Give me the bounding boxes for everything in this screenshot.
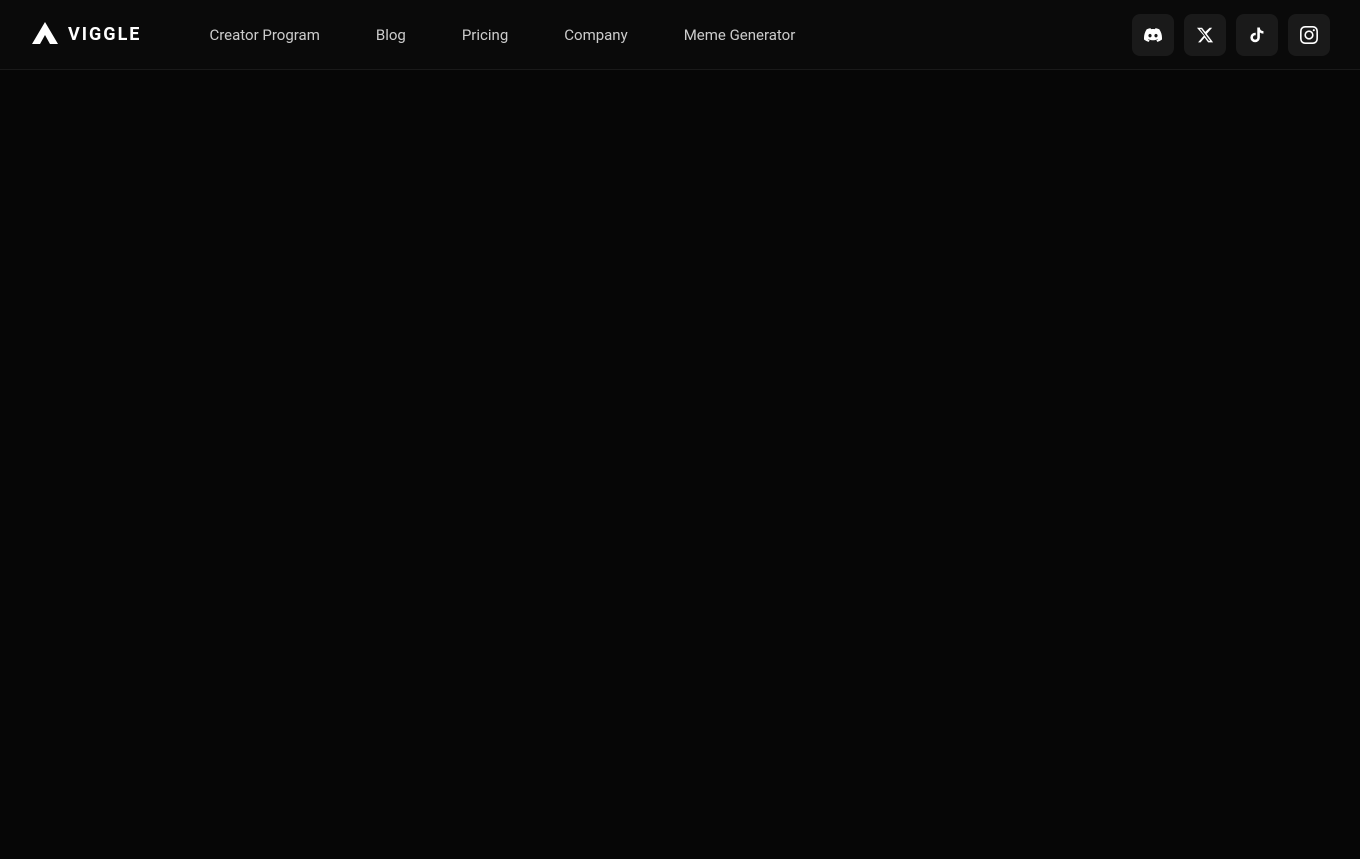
- header-right: [1132, 14, 1330, 56]
- nav-item-blog[interactable]: Blog: [348, 0, 434, 70]
- header-left: VIGGLE Creator Program Blog Pricing Comp…: [30, 0, 823, 70]
- nav-item-company[interactable]: Company: [536, 0, 655, 70]
- tiktok-icon: [1248, 26, 1266, 44]
- logo-text: VIGGLE: [68, 24, 141, 45]
- main-header: VIGGLE Creator Program Blog Pricing Comp…: [0, 0, 1360, 70]
- instagram-button[interactable]: [1288, 14, 1330, 56]
- viggle-logo-icon: [30, 20, 60, 50]
- nav-item-pricing[interactable]: Pricing: [434, 0, 536, 70]
- instagram-icon: [1300, 26, 1318, 44]
- main-nav: Creator Program Blog Pricing Company Mem…: [181, 0, 823, 70]
- main-content: [0, 70, 1360, 859]
- tiktok-button[interactable]: [1236, 14, 1278, 56]
- logo[interactable]: VIGGLE: [30, 20, 141, 50]
- twitter-icon: [1196, 26, 1214, 44]
- discord-icon: [1144, 26, 1162, 44]
- discord-button[interactable]: [1132, 14, 1174, 56]
- twitter-button[interactable]: [1184, 14, 1226, 56]
- nav-item-meme-generator[interactable]: Meme Generator: [656, 0, 824, 70]
- nav-item-creator-program[interactable]: Creator Program: [181, 0, 347, 70]
